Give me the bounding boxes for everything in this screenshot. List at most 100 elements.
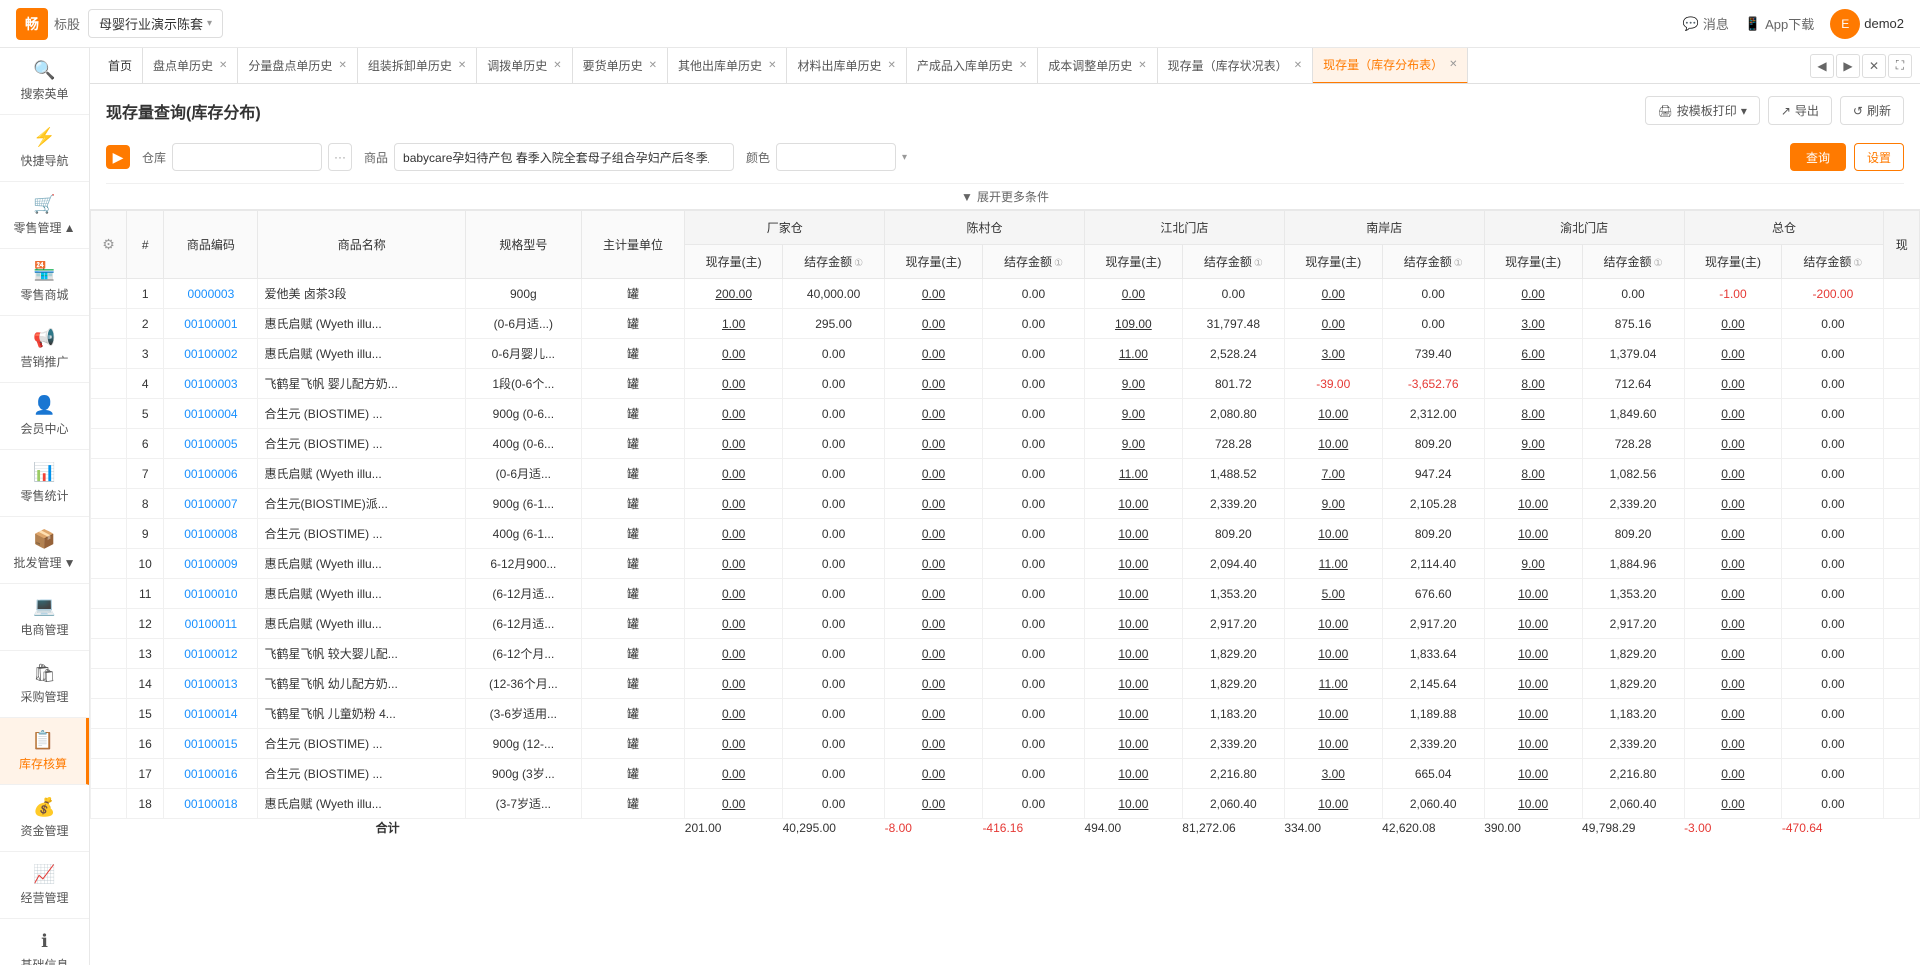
warehouse-input[interactable] (172, 143, 322, 171)
row-code: 00100006 (164, 459, 258, 489)
inventory-icon: 📋 (32, 730, 54, 751)
export-btn[interactable]: ↗ 导出 (1768, 96, 1832, 125)
settings-button[interactable]: 设置 (1854, 143, 1904, 171)
row-cm-qty: 0.00 (885, 609, 983, 639)
tab-home[interactable]: 首页 (98, 48, 143, 84)
row-code: 00100009 (164, 549, 258, 579)
print-btn[interactable]: 🖨 按模板打印 ▾ (1645, 96, 1760, 125)
tab-expand-btn[interactable]: ⛶ (1888, 54, 1912, 78)
tab-spot-history[interactable]: 盘点单历史 ✕ (143, 48, 238, 84)
expand-collapse-btn[interactable]: ▶ (106, 145, 130, 169)
col-total-qty: 现存量(主) (1684, 245, 1782, 279)
tab-stock-status[interactable]: 现存量（库存状况表） ✕ (1158, 48, 1313, 84)
sidebar-item-retail-stat[interactable]: 📊 零售统计 (0, 450, 89, 517)
close-icon[interactable]: ✕ (768, 60, 776, 71)
sidebar-item-finance[interactable]: 💰 资金管理 (0, 785, 89, 852)
col-group-total: 总仓 (1684, 211, 1884, 245)
row-jb-qty: 11.00 (1084, 459, 1182, 489)
store-selector[interactable]: 母婴行业演示陈套 ▾ (88, 9, 223, 38)
row-jb-qty: 11.00 (1084, 339, 1182, 369)
row-na-amt: 1,833.64 (1382, 639, 1484, 669)
query-button[interactable]: 查询 (1790, 143, 1846, 171)
sidebar-item-purchase[interactable]: 🛍 采购管理 (0, 651, 89, 718)
row-code: 00100002 (164, 339, 258, 369)
row-jb-amt: 1,488.52 (1182, 459, 1284, 489)
tab-order-history[interactable]: 要货单历史 ✕ (573, 48, 668, 84)
top-bar: 畅 标股 母婴行业演示陈套 ▾ 💬 消息 📱 App下载 E demo2 (0, 0, 1920, 48)
tab-assembly-history[interactable]: 组装拆卸单历史 ✕ (358, 48, 477, 84)
close-icon[interactable]: ✕ (649, 60, 657, 71)
sidebar-item-marketing[interactable]: 📢 营销推广 (0, 316, 89, 383)
row-jb-amt: 1,353.20 (1182, 579, 1284, 609)
row-cm-amt: 0.00 (982, 369, 1084, 399)
row-yb-qty: 10.00 (1484, 579, 1582, 609)
info-icon: ① (1054, 258, 1063, 269)
row-cm-amt: 0.00 (982, 639, 1084, 669)
sidebar-item-wholesale[interactable]: 📦 批发管理 ▼ (0, 517, 89, 584)
sidebar-item-inventory[interactable]: 📋 库存核算 (0, 718, 89, 785)
print-icon: 🖨 (1658, 104, 1673, 118)
gear-icon[interactable]: ⚙ (102, 236, 115, 252)
chevron-down-icon: ▾ (902, 152, 907, 163)
color-input[interactable] (776, 143, 896, 171)
sidebar-item-ecommerce[interactable]: 💻 电商管理 (0, 584, 89, 651)
app-download-label: App下载 (1765, 14, 1814, 33)
row-yb-qty: 10.00 (1484, 789, 1582, 819)
sidebar-item-label: 经营管理 (20, 889, 68, 906)
tab-product-in-history[interactable]: 产成品入库单历史 ✕ (907, 48, 1038, 84)
row-settings (91, 789, 127, 819)
close-icon[interactable]: ✕ (219, 60, 227, 71)
tab-next-btn[interactable]: ▶ (1836, 54, 1860, 78)
tab-prev-btn[interactable]: ◀ (1810, 54, 1834, 78)
table-area[interactable]: ⚙ # 商品编码 商品名称 规格型号 主计量单位 厂家仓 陈村仓 江北门店 南岸… (90, 210, 1920, 965)
tab-cost-adjust-history[interactable]: 成本调整单历史 ✕ (1038, 48, 1157, 84)
messages-label: 消息 (1703, 14, 1729, 33)
tab-transfer-history[interactable]: 调拨单历史 ✕ (477, 48, 572, 84)
close-icon[interactable]: ✕ (1138, 60, 1146, 71)
sidebar-item-member[interactable]: 👤 会员中心 (0, 383, 89, 450)
row-settings (91, 309, 127, 339)
row-cm-amt: 0.00 (982, 609, 1084, 639)
row-name: 合生元 (BIOSTIME) ... (258, 519, 465, 549)
tab-material-out-history[interactable]: 材料出库单历史 ✕ (787, 48, 906, 84)
sidebar-item-search[interactable]: 🔍 搜索英单 (0, 48, 89, 115)
tab-stock-dist[interactable]: 现存量（库存分布表） ✕ (1313, 48, 1468, 84)
summary-row: 合计 201.00 40,295.00 -8.00 -416.16 494.00… (91, 819, 1920, 837)
tab-close-btn[interactable]: ✕ (1862, 54, 1886, 78)
row-name: 合生元 (BIOSTIME) ... (258, 759, 465, 789)
tab-label: 其他出库单历史 (678, 57, 762, 74)
tab-other-out-history[interactable]: 其他出库单历史 ✕ (668, 48, 787, 84)
messages-btn[interactable]: 💬 消息 (1683, 14, 1729, 33)
row-yb-qty: 10.00 (1484, 489, 1582, 519)
app-download-btn[interactable]: 📱 App下载 (1745, 14, 1814, 33)
expand-more-btn[interactable]: ▼ 展开更多条件 (106, 183, 1904, 209)
refresh-btn[interactable]: ↺ 刷新 (1840, 96, 1904, 125)
close-icon[interactable]: ✕ (553, 60, 561, 71)
row-jb-qty: 10.00 (1084, 519, 1182, 549)
warehouse-dots-btn[interactable]: ··· (328, 143, 352, 171)
sidebar-item-shortcut[interactable]: ⚡ 快捷导航 (0, 115, 89, 182)
row-jb-amt: 31,797.48 (1182, 309, 1284, 339)
close-icon[interactable]: ✕ (338, 60, 346, 71)
user-profile[interactable]: E demo2 (1830, 9, 1904, 39)
settings-col-header: ⚙ (91, 211, 127, 279)
sidebar-item-retail-shop[interactable]: 🏪 零售商城 (0, 249, 89, 316)
table-row: 8 00100007 合生元(BIOSTIME)派... 900g (6-1..… (91, 489, 1920, 519)
sidebar-item-operations[interactable]: 📈 经营管理 (0, 852, 89, 919)
product-input[interactable] (394, 143, 734, 171)
search-form: ▶ 仓库 ··· 商品 (106, 135, 1904, 179)
lightning-icon: ⚡ (33, 127, 55, 148)
tab-category-history[interactable]: 分量盘点单历史 ✕ (238, 48, 357, 84)
close-icon[interactable]: ✕ (1294, 60, 1302, 71)
sidebar-item-retail[interactable]: 🛒 零售管理 ▲ (0, 182, 89, 249)
close-icon[interactable]: ✕ (1449, 59, 1457, 70)
row-unit: 罐 (581, 639, 685, 669)
page-title: 现存量查询(库存分布) (106, 99, 261, 123)
row-cm-qty: 0.00 (885, 699, 983, 729)
close-icon[interactable]: ✕ (458, 60, 466, 71)
export-icon: ↗ (1781, 104, 1791, 118)
sidebar-item-basic[interactable]: ℹ 基础信息 (0, 919, 89, 965)
row-na-qty: 10.00 (1284, 429, 1382, 459)
close-icon[interactable]: ✕ (1019, 60, 1027, 71)
close-icon[interactable]: ✕ (887, 60, 895, 71)
